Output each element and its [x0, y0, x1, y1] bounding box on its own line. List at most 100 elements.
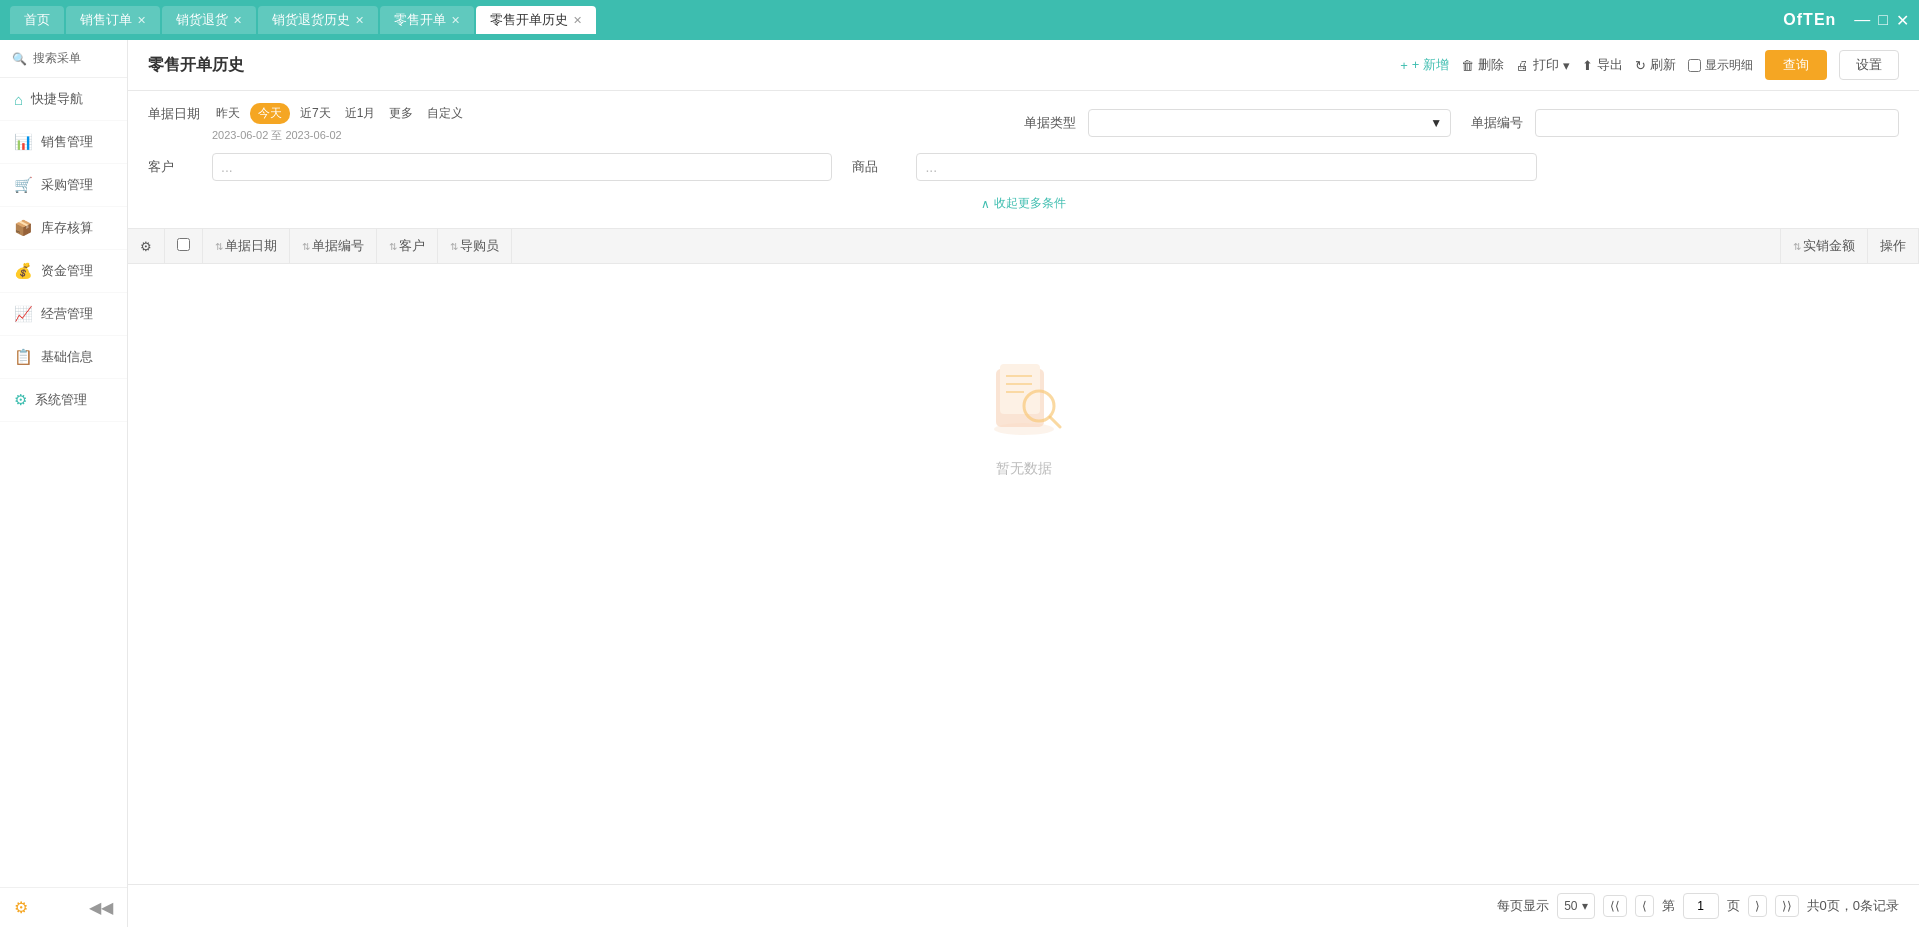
- col-customer[interactable]: ⇅客户: [377, 229, 438, 264]
- settings-button[interactable]: 设置: [1839, 50, 1899, 80]
- col-action: 操作: [1868, 229, 1919, 264]
- purchase-icon: 🛒: [14, 176, 33, 194]
- customer-sort-icon: ⇅: [389, 241, 397, 252]
- add-label: + 新增: [1412, 56, 1449, 74]
- filter-row-1: 单据日期 昨天 今天 近7天 近1月 更多 自定义 2023-06-02 至 2…: [148, 103, 1899, 143]
- system-icon: ⚙: [14, 391, 27, 409]
- col-settings[interactable]: ⚙: [128, 229, 165, 264]
- first-page-btn[interactable]: ⟨⟨: [1603, 895, 1627, 917]
- add-button[interactable]: + + 新增: [1400, 56, 1449, 74]
- tab-home[interactable]: 首页: [10, 6, 64, 34]
- tab-retail-open[interactable]: 零售开单 ✕: [380, 6, 474, 34]
- col-no[interactable]: ⇅单据编号: [290, 229, 377, 264]
- tab-retail-open-label: 零售开单: [394, 11, 446, 29]
- tab-sales-order[interactable]: 销售订单 ✕: [66, 6, 160, 34]
- inventory-icon: 📦: [14, 219, 33, 237]
- sidebar-item-finance[interactable]: 💰 资金管理: [0, 250, 127, 293]
- sidebar-item-purchase-mgmt[interactable]: 🛒 采购管理: [0, 164, 127, 207]
- close-btn[interactable]: ✕: [1896, 11, 1909, 30]
- display-detail-input[interactable]: [1688, 59, 1701, 72]
- display-detail-checkbox[interactable]: 显示明细: [1688, 57, 1753, 74]
- tab-home-label: 首页: [24, 11, 50, 29]
- content-area: 零售开单历史 + + 新增 🗑 删除 🖨 打印 ▾ ⬆ 导出: [128, 40, 1919, 927]
- pagination-bar: 每页显示 50 ▾ ⟨⟨ ⟨ 第 页 ⟩ ⟩⟩ 共0页，0条记录: [128, 884, 1919, 927]
- query-button[interactable]: 查询: [1765, 50, 1827, 80]
- minimize-btn[interactable]: —: [1854, 11, 1870, 29]
- tab-sales-return-close[interactable]: ✕: [233, 14, 242, 27]
- sidebar-item-system-mgmt[interactable]: ⚙ 系统管理: [0, 379, 127, 422]
- page-header: 零售开单历史 + + 新增 🗑 删除 🖨 打印 ▾ ⬆ 导出: [128, 40, 1919, 91]
- tab-retail-open-close[interactable]: ✕: [451, 14, 460, 27]
- order-no-input[interactable]: [1535, 109, 1899, 137]
- order-type-select[interactable]: ▼: [1088, 109, 1452, 137]
- date-yesterday[interactable]: 昨天: [212, 103, 244, 124]
- tab-sales-return-history-close[interactable]: ✕: [355, 14, 364, 27]
- toolbar: + + 新增 🗑 删除 🖨 打印 ▾ ⬆ 导出 ↻: [1400, 50, 1899, 80]
- tab-sales-return[interactable]: 销货退货 ✕: [162, 6, 256, 34]
- finance-icon: 💰: [14, 262, 33, 280]
- order-type-dropdown-icon: ▼: [1430, 116, 1442, 130]
- tab-sales-return-history[interactable]: 销货退货历史 ✕: [258, 6, 378, 34]
- export-button[interactable]: ⬆ 导出: [1582, 56, 1623, 74]
- add-icon: +: [1400, 58, 1408, 73]
- sidebar-footer: ⚙ ◀◀: [0, 887, 127, 927]
- per-page-label: 每页显示: [1497, 897, 1549, 915]
- date-today[interactable]: 今天: [250, 103, 290, 124]
- tab-list: 首页 销售订单 ✕ 销货退货 ✕ 销货退货历史 ✕ 零售开单 ✕ 零售开单历史 …: [10, 6, 1783, 34]
- per-page-select[interactable]: 50 ▾: [1557, 893, 1594, 919]
- last-page-btn[interactable]: ⟩⟩: [1775, 895, 1799, 917]
- sidebar-item-basic-info[interactable]: 📋 基础信息: [0, 336, 127, 379]
- refresh-button[interactable]: ↻ 刷新: [1635, 56, 1676, 74]
- sidebar-item-sales-mgmt[interactable]: 📊 销售管理: [0, 121, 127, 164]
- empty-state: 暂无数据: [128, 264, 1919, 558]
- goods-input[interactable]: ...: [916, 153, 1536, 181]
- sales-icon: 📊: [14, 133, 33, 151]
- tab-retail-open-history[interactable]: 零售开单历史 ✕: [476, 6, 596, 34]
- sidebar-item-operations[interactable]: 📈 经营管理: [0, 293, 127, 336]
- home-icon: ⌂: [14, 91, 23, 108]
- date-sort-icon: ⇅: [215, 241, 223, 252]
- date-7days[interactable]: 近7天: [296, 103, 335, 124]
- sidebar-search[interactable]: 🔍 搜索采单: [0, 40, 127, 78]
- col-date[interactable]: ⇅单据日期: [203, 229, 290, 264]
- sidebar-search-label: 搜索采单: [33, 50, 81, 67]
- tab-sales-order-label: 销售订单: [80, 11, 132, 29]
- more-conditions-toggle[interactable]: ∧ 收起更多条件: [148, 191, 1899, 216]
- order-type-filter: 单据类型 ▼: [1024, 109, 1452, 137]
- footer-gear-icon[interactable]: ⚙: [14, 898, 28, 917]
- prev-page-btn[interactable]: ⟨: [1635, 895, 1654, 917]
- display-detail-label: 显示明细: [1705, 57, 1753, 74]
- next-page-btn[interactable]: ⟩: [1748, 895, 1767, 917]
- filter-row-2: 客户 ... 商品 ...: [148, 153, 1899, 181]
- date-1month[interactable]: 近1月: [341, 103, 380, 124]
- brand-label: OfTEn: [1783, 11, 1836, 29]
- refresh-label: 刷新: [1650, 56, 1676, 74]
- page-input[interactable]: [1683, 893, 1719, 919]
- order-no-filter: 单据编号: [1471, 109, 1899, 137]
- col-amount[interactable]: ⇅实销金额: [1781, 229, 1868, 264]
- col-guide[interactable]: ⇅导购员: [438, 229, 512, 264]
- print-button[interactable]: 🖨 打印 ▾: [1516, 56, 1570, 74]
- date-custom[interactable]: 自定义: [423, 103, 467, 124]
- table-container: ⚙ ⇅单据日期 ⇅单据编号 ⇅客户 ⇅导购员 ⇅实销金额 操作: [128, 229, 1919, 884]
- main-layout: 🔍 搜索采单 ⌂ 快捷导航 📊 销售管理 🛒 采购管理 📦 库存核算 💰: [0, 40, 1919, 927]
- date-more[interactable]: 更多: [385, 103, 417, 124]
- delete-button[interactable]: 🗑 删除: [1461, 56, 1504, 74]
- sidebar: 🔍 搜索采单 ⌂ 快捷导航 📊 销售管理 🛒 采购管理 📦 库存核算 💰: [0, 40, 128, 927]
- total-text: 共0页，0条记录: [1807, 897, 1899, 915]
- sidebar-item-quick-nav[interactable]: ⌂ 快捷导航: [0, 78, 127, 121]
- tab-sales-order-close[interactable]: ✕: [137, 14, 146, 27]
- tab-retail-open-history-label: 零售开单历史: [490, 11, 568, 29]
- sidebar-item-basic-info-label: 基础信息: [41, 348, 93, 366]
- export-label: 导出: [1597, 56, 1623, 74]
- footer-collapse-icon[interactable]: ◀◀: [89, 898, 113, 917]
- page-title: 零售开单历史: [148, 55, 244, 76]
- tab-retail-open-history-close[interactable]: ✕: [573, 14, 582, 27]
- sidebar-item-inventory[interactable]: 📦 库存核算: [0, 207, 127, 250]
- customer-input[interactable]: ...: [212, 153, 832, 181]
- col-checkbox[interactable]: [165, 229, 203, 264]
- maximize-btn[interactable]: □: [1878, 11, 1888, 29]
- select-all-checkbox[interactable]: [177, 238, 190, 251]
- sidebar-item-finance-label: 资金管理: [41, 262, 93, 280]
- sidebar-item-quick-nav-label: 快捷导航: [31, 90, 83, 108]
